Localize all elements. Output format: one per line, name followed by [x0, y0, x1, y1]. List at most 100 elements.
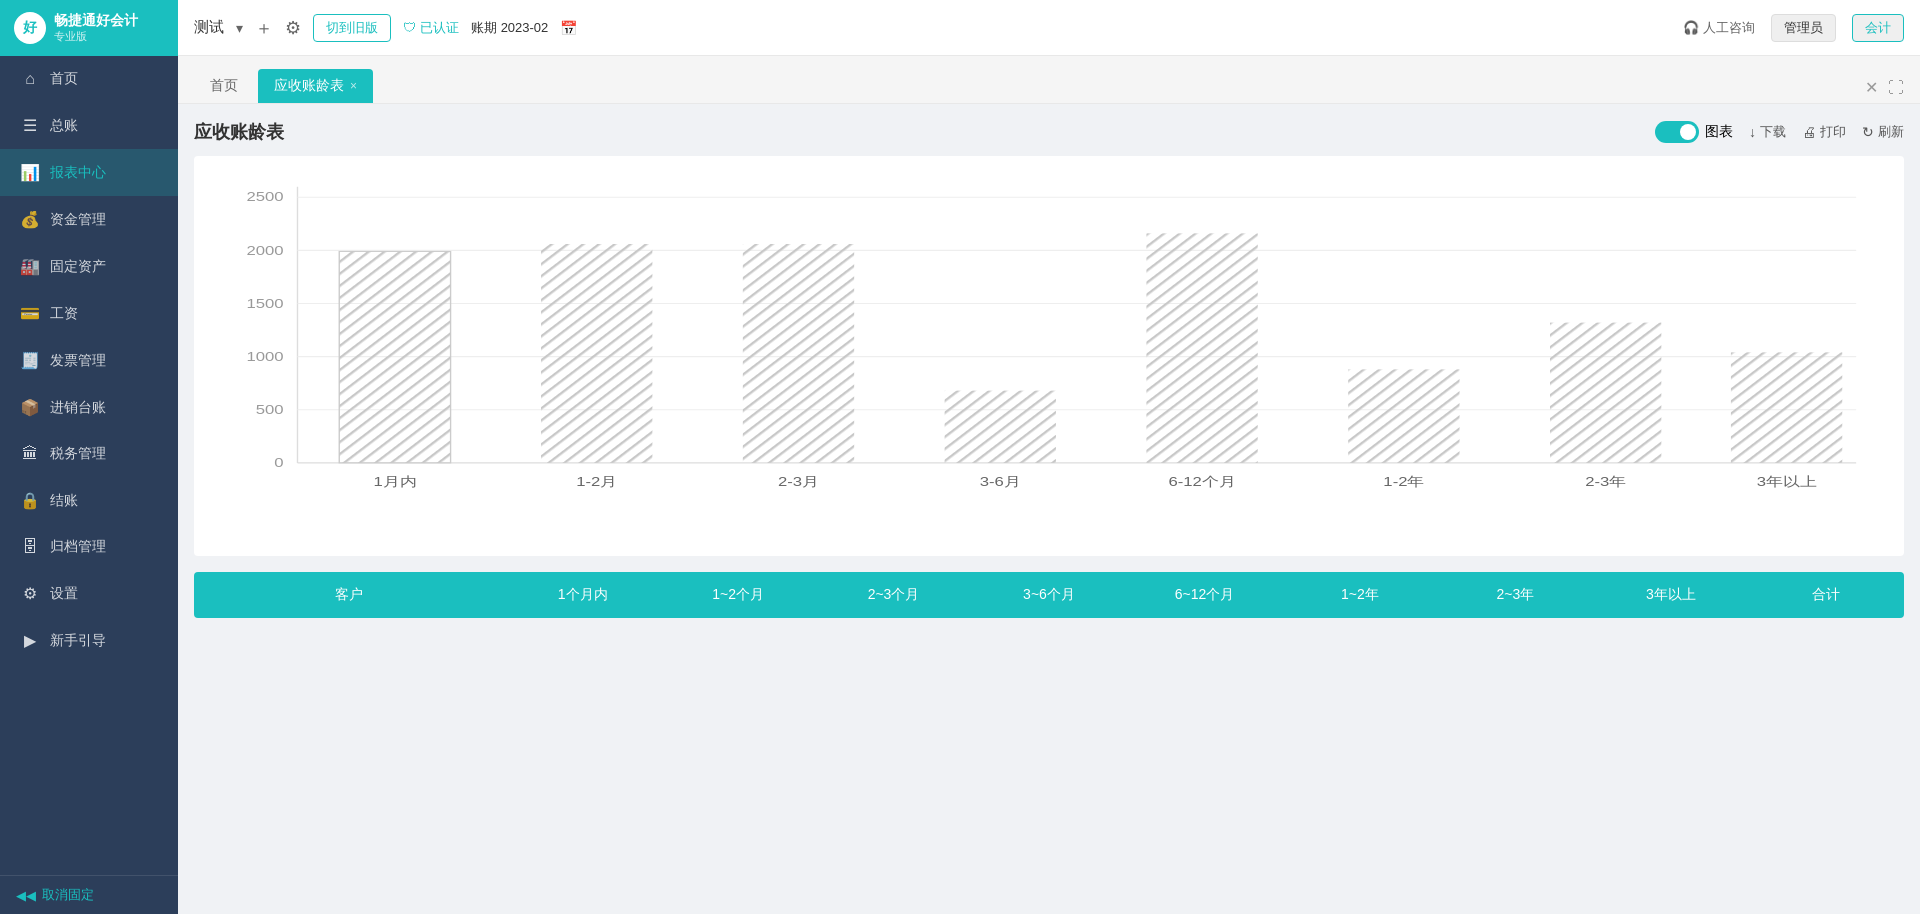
consult-btn[interactable]: 🎧 人工咨询: [1683, 19, 1755, 37]
settings-icon[interactable]: ⚙: [285, 17, 301, 39]
sidebar-item-trade[interactable]: 📦 进销台账: [0, 384, 178, 431]
table-col-客户: 客户: [194, 572, 505, 618]
asset-icon: 🏭: [20, 257, 40, 276]
sidebar-label-archive: 归档管理: [50, 538, 106, 556]
svg-text:2-3月: 2-3月: [778, 475, 819, 489]
sidebar-label-ledger: 总账: [50, 117, 78, 135]
content-area: 应收账龄表 图表 ↓ 下载 🖨 打印 ↻: [178, 104, 1920, 914]
sidebar-label-close: 结账: [50, 492, 78, 510]
download-icon: ↓: [1749, 124, 1756, 140]
print-btn[interactable]: 🖨 打印: [1802, 123, 1846, 141]
sidebar-item-guide[interactable]: ▶ 新手引导: [0, 617, 178, 664]
refresh-icon: ↻: [1862, 124, 1874, 140]
sidebar-item-fund[interactable]: 💰资金管理: [0, 196, 178, 243]
svg-text:0: 0: [274, 456, 283, 470]
download-btn[interactable]: ↓ 下载: [1749, 123, 1786, 141]
sidebar-label-payroll: 工资: [50, 305, 78, 323]
sidebar-item-close[interactable]: 🔒结账: [0, 477, 178, 524]
table-container: 客户1个月内1~2个月2~3个月3~6个月6~12个月1~2年2~3年3年以上合…: [194, 572, 1904, 618]
manager-btn[interactable]: 管理员: [1771, 14, 1836, 42]
table-col-2~3个月: 2~3个月: [816, 572, 971, 618]
sidebar-item-payroll[interactable]: 💳工资: [0, 290, 178, 337]
sidebar-label-asset: 固定资产: [50, 258, 106, 276]
report-icon: 📊: [20, 163, 40, 182]
tabbar-right: ✕ ⛶: [1865, 78, 1904, 103]
tab-home[interactable]: 首页: [194, 69, 254, 103]
logo-area: 好 畅捷通好会计 专业版: [0, 0, 178, 56]
bar-chart: 0 500 1000 1500 2000 2500: [214, 176, 1884, 516]
tax-icon: 🏛: [20, 445, 40, 463]
svg-text:2000: 2000: [246, 243, 283, 257]
pin-icon: ◀◀: [16, 888, 36, 903]
archive-icon: 🗄: [20, 538, 40, 556]
svg-rect-18: [1146, 233, 1257, 463]
svg-text:6-12个月: 6-12个月: [1169, 475, 1236, 489]
sidebar-item-archive[interactable]: 🗄 归档管理: [0, 524, 178, 570]
chart-toggle-wrap: 图表: [1655, 121, 1733, 143]
fund-icon: 💰: [20, 210, 40, 229]
svg-text:500: 500: [256, 403, 284, 417]
shield-icon: 🛡: [403, 20, 416, 35]
page-actions: 图表 ↓ 下载 🖨 打印 ↻ 刷新: [1655, 121, 1904, 143]
chart-toggle[interactable]: [1655, 121, 1699, 143]
tabbar: 首页 应收账龄表× ✕ ⛶: [178, 56, 1920, 104]
period-label: 账期 2023-02: [471, 19, 548, 37]
table-col-1~2年: 1~2年: [1282, 572, 1437, 618]
settings-icon: ⚙: [20, 584, 40, 603]
logo-text: 畅捷通好会计 专业版: [54, 12, 138, 44]
topbar: 测试 ▾ ＋ ⚙ 切到旧版 🛡 已认证 账期 2023-02 📅 🎧 人工咨询 …: [178, 0, 1920, 56]
svg-text:1000: 1000: [246, 350, 283, 364]
accountant-btn[interactable]: 会计: [1852, 14, 1904, 42]
table-col-1个月内: 1个月内: [505, 572, 660, 618]
add-button[interactable]: ＋: [255, 16, 273, 40]
ledger-icon: ☰: [20, 116, 40, 135]
guide-icon: ▶: [20, 631, 40, 650]
sidebar-label-guide: 新手引导: [50, 632, 106, 650]
close-window-icon[interactable]: ✕: [1865, 78, 1878, 97]
page-content: 应收账龄表 图表 ↓ 下载 🖨 打印 ↻: [178, 104, 1920, 914]
sidebar-item-tax[interactable]: 🏛税务管理: [0, 431, 178, 477]
expand-icon[interactable]: ⛶: [1888, 79, 1904, 97]
tab-aging[interactable]: 应收账龄表×: [258, 69, 373, 103]
cancel-fixed-btn[interactable]: ◀◀ 取消固定: [0, 875, 178, 914]
page-header: 应收账龄表 图表 ↓ 下载 🖨 打印 ↻: [194, 120, 1904, 144]
svg-rect-14: [339, 251, 450, 462]
table-header: 客户1个月内1~2个月2~3个月3~6个月6~12个月1~2年2~3年3年以上合…: [194, 572, 1904, 618]
sidebar-item-invoice[interactable]: 🧾 发票管理: [0, 337, 178, 384]
svg-text:1-2月: 1-2月: [576, 475, 617, 489]
svg-text:3年以上: 3年以上: [1757, 475, 1817, 489]
sidebar-item-home[interactable]: ⌂首页: [0, 56, 178, 102]
workspace-dropdown[interactable]: ▾: [236, 20, 243, 36]
svg-text:2500: 2500: [246, 190, 283, 204]
calendar-icon[interactable]: 📅: [560, 20, 577, 36]
trade-icon: 📦: [20, 398, 40, 417]
chart-wrap: 0 500 1000 1500 2000 2500: [214, 176, 1884, 516]
home-icon: ⌂: [20, 70, 40, 88]
sidebar-item-report[interactable]: 📊报表中心: [0, 149, 178, 196]
svg-rect-21: [1731, 352, 1842, 463]
svg-text:1-2年: 1-2年: [1383, 475, 1424, 489]
topbar-right: 🎧 人工咨询 管理员 会计: [1683, 14, 1904, 42]
table-col-3~6个月: 3~6个月: [971, 572, 1126, 618]
sidebar-scroll: ⌂首页 ☰ 总账 📊报表中心💰资金管理 🏭 固定资产 💳工资 🧾 发票管理 📦 进销台账 🏛税务管理🔒…: [0, 56, 178, 875]
refresh-btn[interactable]: ↻ 刷新: [1862, 123, 1904, 141]
invoice-icon: 🧾: [20, 351, 40, 370]
sidebar-label-trade: 进销台账: [50, 399, 106, 417]
sidebar-label-invoice: 发票管理: [50, 352, 106, 370]
tab-close-aging[interactable]: ×: [350, 79, 357, 93]
tab-label-home: 首页: [210, 77, 238, 95]
table-col-2~3年: 2~3年: [1438, 572, 1593, 618]
table-col-3年以上: 3年以上: [1593, 572, 1748, 618]
sidebar: 好 畅捷通好会计 专业版 ⌂首页 ☰ 总账 📊报表中心💰资金管理 🏭 固定资产 💳工资 🧾 发票…: [0, 0, 178, 914]
svg-rect-20: [1550, 323, 1661, 463]
svg-text:1月内: 1月内: [373, 475, 416, 489]
table-col-合计: 合计: [1749, 572, 1904, 618]
sidebar-item-settings[interactable]: ⚙设置: [0, 570, 178, 617]
table-col-6~12个月: 6~12个月: [1127, 572, 1282, 618]
svg-text:2-3年: 2-3年: [1585, 475, 1626, 489]
switch-version-btn[interactable]: 切到旧版: [313, 14, 391, 42]
sidebar-item-asset[interactable]: 🏭 固定资产: [0, 243, 178, 290]
sidebar-item-ledger[interactable]: ☰ 总账: [0, 102, 178, 149]
print-icon: 🖨: [1802, 124, 1816, 140]
svg-text:3-6月: 3-6月: [980, 475, 1021, 489]
